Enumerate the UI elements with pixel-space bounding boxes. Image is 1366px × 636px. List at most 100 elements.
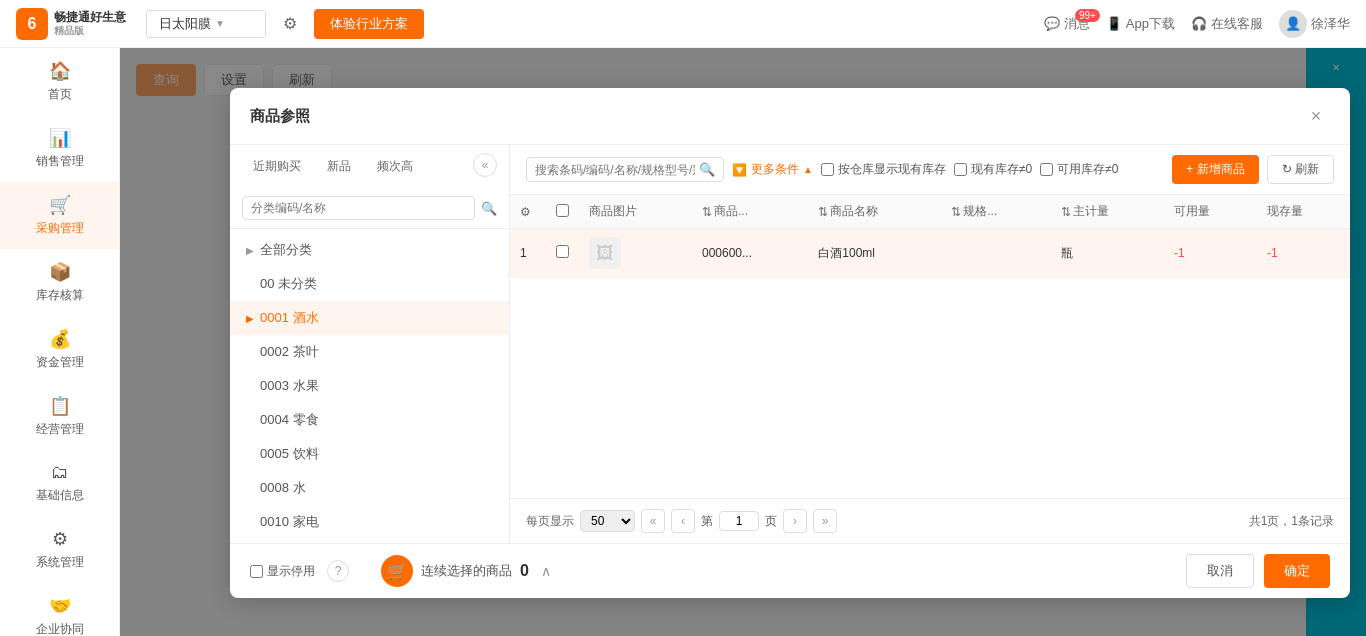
modal-body: 近期购买 新品 频次高 « 🔍 ▶ 全部分类	[230, 145, 1350, 543]
th-unit[interactable]: ⇅ 主计量	[1051, 195, 1164, 229]
modal-left-panel: 近期购买 新品 频次高 « 🔍 ▶ 全部分类	[230, 145, 510, 543]
settings-icon[interactable]: ⚙	[274, 8, 306, 40]
sidebar-item-management[interactable]: 📋 经营管理	[0, 383, 119, 450]
category-item-all[interactable]: ▶ 全部分类	[230, 233, 509, 267]
sort-icon-2: ⇅	[818, 205, 828, 219]
page-prev-btn[interactable]: ‹	[671, 509, 695, 533]
row-checkbox[interactable]	[556, 245, 569, 258]
cart-count: 0	[520, 562, 529, 580]
tab-recent[interactable]: 近期购买	[242, 153, 312, 180]
category-search-bar: 🔍	[230, 188, 509, 229]
refresh-btn[interactable]: ↻ 刷新	[1267, 155, 1334, 184]
message-badge[interactable]: 💬 消息 99+	[1044, 15, 1090, 33]
category-item-tea[interactable]: 0002 茶叶	[230, 335, 509, 369]
sidebar-item-finance[interactable]: 💰 资金管理	[0, 316, 119, 383]
category-item-drinks[interactable]: 0005 饮料	[230, 437, 509, 471]
table-settings-icon[interactable]: ⚙	[520, 205, 531, 219]
modal-footer: 显示停用 ? 🛒 连续选择的商品 0 ∧ 取消 确定	[230, 543, 1350, 598]
topbar-right: 💬 消息 99+ 📱 App下载 🎧 在线客服 👤 徐泽华	[1044, 10, 1350, 38]
cart-icon[interactable]: 🛒	[381, 555, 413, 587]
select-all-checkbox[interactable]	[556, 204, 569, 217]
show-disabled-checkbox[interactable]	[250, 565, 263, 578]
page-next-btn[interactable]: ›	[783, 509, 807, 533]
image-placeholder: 🖼	[596, 243, 614, 264]
finance-icon: 💰	[49, 328, 71, 350]
sort-unit[interactable]: ⇅ 主计量	[1061, 203, 1109, 220]
cell-spec	[941, 229, 1051, 278]
main-layout: 🏠 首页 📊 销售管理 🛒 采购管理 📦 库存核算 💰 资金管理 📋 经营管理 …	[0, 48, 1366, 636]
active-arrow-icon: ▶	[246, 313, 254, 324]
cart-collapse-icon[interactable]: ∧	[541, 563, 551, 579]
table-row[interactable]: 1 🖼 000600...	[510, 229, 1350, 278]
sales-icon: 📊	[49, 127, 71, 149]
system-icon: ⚙	[52, 528, 68, 550]
sort-code[interactable]: ⇅ 商品...	[702, 203, 748, 220]
sidebar-item-enterprise[interactable]: 🤝 企业协同	[0, 583, 119, 636]
content-area: 查询 设置 刷新 ✕ ⤢ 商品参照 × 近期购买	[120, 48, 1366, 636]
th-available: 可用量	[1164, 195, 1257, 229]
th-settings: ⚙	[510, 195, 546, 229]
modal-dialog: 商品参照 × 近期购买 新品 频次高 « 🔍	[230, 88, 1350, 598]
inventory-icon: 📦	[49, 261, 71, 283]
tab-frequent[interactable]: 频次高	[366, 153, 424, 180]
sidebar-item-basic-info[interactable]: 🗂 基础信息	[0, 450, 119, 516]
modal-close-btn[interactable]: ×	[1302, 102, 1330, 130]
sort-name[interactable]: ⇅ 商品名称	[818, 203, 878, 220]
add-product-btn[interactable]: + 新增商品	[1172, 155, 1258, 184]
filter-icon: 🔽	[732, 163, 747, 177]
sidebar-item-inventory[interactable]: 📦 库存核算	[0, 249, 119, 316]
cell-image: 🖼	[579, 229, 692, 278]
tab-new[interactable]: 新品	[316, 153, 362, 180]
page-last-btn[interactable]: »	[813, 509, 837, 533]
category-list: ▶ 全部分类 00 未分类 ▶ 0001 酒水 0002 茶叶	[230, 229, 509, 543]
app-logo[interactable]: 6 畅捷通好生意 精品版	[16, 8, 126, 40]
sidebar-item-sales[interactable]: 📊 销售管理	[0, 115, 119, 182]
category-search-icon[interactable]: 🔍	[481, 201, 497, 216]
sort-spec[interactable]: ⇅ 规格...	[951, 203, 997, 220]
cancel-btn[interactable]: 取消	[1186, 554, 1254, 588]
online-service[interactable]: 🎧 在线客服	[1191, 15, 1263, 33]
sidebar-item-system[interactable]: ⚙ 系统管理	[0, 516, 119, 583]
logo-icon: 6	[16, 8, 48, 40]
trial-btn[interactable]: 体验行业方案	[314, 9, 424, 39]
category-item-snacks[interactable]: 0004 零食	[230, 403, 509, 437]
warehouse-checkbox[interactable]	[821, 163, 834, 176]
more-filter-btn[interactable]: 🔽 更多条件 ▲	[732, 161, 813, 178]
category-item-fruit[interactable]: 0003 水果	[230, 369, 509, 403]
cell-stock: -1	[1257, 229, 1350, 278]
category-item-uncategorized[interactable]: 00 未分类	[230, 267, 509, 301]
per-page-select[interactable]: 50 100	[580, 510, 635, 532]
category-item-liquor[interactable]: ▶ 0001 酒水	[230, 301, 509, 335]
warehouse-selector[interactable]: 日太阳膜 ▼	[146, 10, 266, 38]
sidebar: 🏠 首页 📊 销售管理 🛒 采购管理 📦 库存核算 💰 资金管理 📋 经营管理 …	[0, 48, 120, 636]
product-search-icon[interactable]: 🔍	[699, 162, 715, 177]
available-stock-checkbox[interactable]	[954, 163, 967, 176]
sidebar-item-purchase[interactable]: 🛒 采购管理	[0, 182, 119, 249]
usable-stock-checkbox[interactable]	[1040, 163, 1053, 176]
usable-stock-checkbox-label[interactable]: 可用库存≠0	[1040, 161, 1118, 178]
basic-info-icon: 🗂	[51, 462, 69, 483]
per-page-label: 每页显示	[526, 513, 574, 530]
page-first-btn[interactable]: «	[641, 509, 665, 533]
sidebar-item-home[interactable]: 🏠 首页	[0, 48, 119, 115]
available-stock-checkbox-label[interactable]: 现有库存≠0	[954, 161, 1032, 178]
page-number-input[interactable]	[719, 511, 759, 531]
help-icon[interactable]: ?	[327, 560, 349, 582]
th-name[interactable]: ⇅ 商品名称	[808, 195, 941, 229]
show-disabled-label[interactable]: 显示停用	[250, 563, 315, 580]
cell-checkbox	[546, 229, 579, 278]
confirm-btn[interactable]: 确定	[1264, 554, 1330, 588]
modal-right-panel: 🔍 🔽 更多条件 ▲ 按仓库显示现有库存	[510, 145, 1350, 543]
warehouse-checkbox-label[interactable]: 按仓库显示现有库存	[821, 161, 946, 178]
user-menu[interactable]: 👤 徐泽华	[1279, 10, 1350, 38]
app-download[interactable]: 📱 App下载	[1106, 15, 1175, 33]
topbar: 6 畅捷通好生意 精品版 日太阳膜 ▼ ⚙ 体验行业方案 💬 消息 99+ 📱 …	[0, 0, 1366, 48]
category-item-appliances[interactable]: 0010 家电	[230, 505, 509, 539]
page-total-label: 共1页，1条记录	[1249, 513, 1334, 530]
category-item-water[interactable]: 0008 水	[230, 471, 509, 505]
collapse-left-btn[interactable]: «	[473, 153, 497, 177]
category-search-input[interactable]	[242, 196, 475, 220]
product-search-input[interactable]	[535, 163, 695, 177]
th-code[interactable]: ⇅ 商品...	[692, 195, 808, 229]
th-spec[interactable]: ⇅ 规格...	[941, 195, 1051, 229]
